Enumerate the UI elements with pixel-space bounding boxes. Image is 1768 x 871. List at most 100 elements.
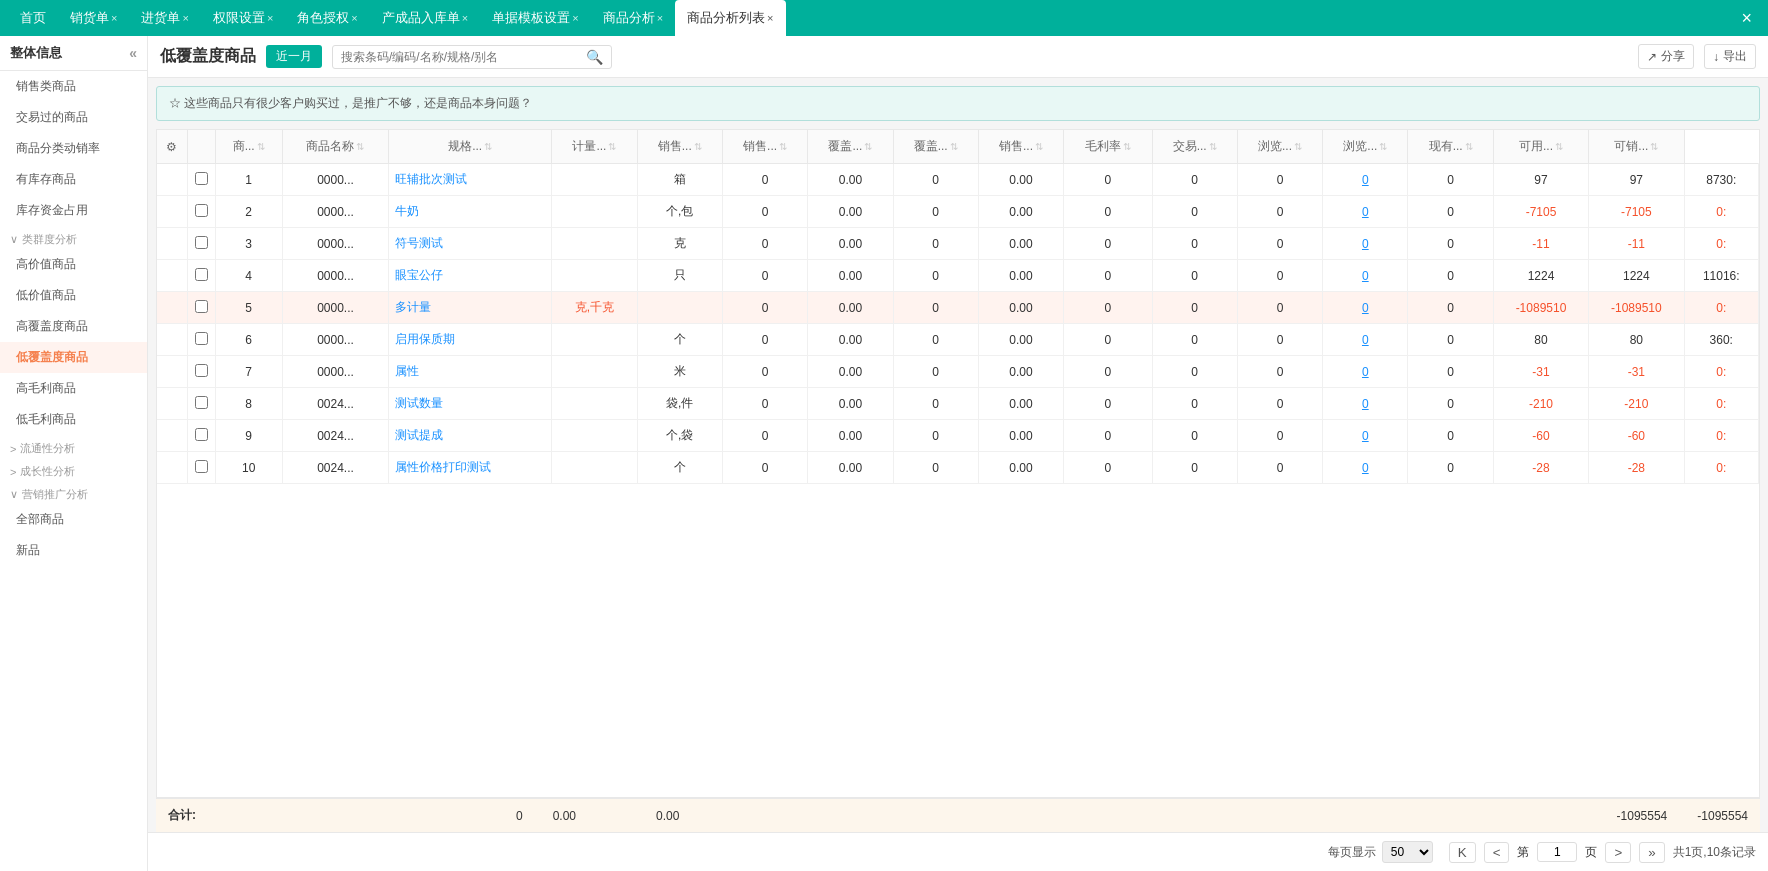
- close-sales-order[interactable]: ×: [111, 12, 117, 24]
- col-view2[interactable]: 浏览...⇅: [1323, 130, 1408, 164]
- search-input[interactable]: [341, 50, 586, 64]
- cell-checkbox[interactable]: [187, 388, 215, 420]
- cell-checkbox[interactable]: [187, 324, 215, 356]
- cell-name[interactable]: 眼宝公仔: [389, 260, 552, 292]
- total-sales-qty: 0: [516, 809, 523, 823]
- col-spec[interactable]: 规格...⇅: [389, 130, 552, 164]
- next-page-btn[interactable]: >: [1605, 842, 1631, 863]
- cell-view1[interactable]: 0: [1323, 324, 1408, 356]
- sidebar-item-low-value[interactable]: 低价值商品: [0, 280, 147, 311]
- nav-goods-analysis-list[interactable]: 商品分析列表 ×: [675, 0, 785, 36]
- col-cover2[interactable]: 覆盖...⇅: [893, 130, 978, 164]
- cell-spec: [552, 260, 637, 292]
- window-close-btn[interactable]: ×: [1733, 8, 1760, 29]
- cell-name[interactable]: 牛奶: [389, 196, 552, 228]
- cell-checkbox[interactable]: [187, 420, 215, 452]
- export-btn[interactable]: ↓ 导出: [1704, 44, 1756, 69]
- sidebar-section-category[interactable]: ∨ 类群度分析: [0, 226, 147, 249]
- sidebar-item-stock-goods[interactable]: 有库存商品: [0, 164, 147, 195]
- nav-permission[interactable]: 权限设置 ×: [201, 0, 285, 36]
- cell-sellable: 8730:: [1684, 164, 1758, 196]
- nav-role-auth[interactable]: 角色授权 ×: [285, 0, 369, 36]
- nav-sales-order[interactable]: 销货单 ×: [58, 0, 129, 36]
- search-icon[interactable]: 🔍: [586, 49, 603, 65]
- close-permission[interactable]: ×: [267, 12, 273, 24]
- sidebar-section-flow[interactable]: > 流通性分析: [0, 435, 147, 458]
- nav-goods-analysis[interactable]: 商品分析 ×: [591, 0, 675, 36]
- cell-view1[interactable]: 0: [1323, 356, 1408, 388]
- cell-view1[interactable]: 0: [1323, 452, 1408, 484]
- cell-name[interactable]: 旺辅批次测试: [389, 164, 552, 196]
- cell-checkbox[interactable]: [187, 164, 215, 196]
- sidebar-item-high-value[interactable]: 高价值商品: [0, 249, 147, 280]
- cell-view1[interactable]: 0: [1323, 228, 1408, 260]
- nav-purchase-order[interactable]: 进货单 ×: [129, 0, 200, 36]
- sidebar-item-traded-goods[interactable]: 交易过的商品: [0, 102, 147, 133]
- per-page-select[interactable]: 50 100 200: [1382, 841, 1433, 863]
- sidebar-collapse-btn[interactable]: «: [129, 45, 137, 61]
- cell-num: 3: [215, 228, 282, 260]
- cell-name[interactable]: 符号测试: [389, 228, 552, 260]
- sidebar-item-category-rate[interactable]: 商品分类动销率: [0, 133, 147, 164]
- cell-sales-pct: 0: [1064, 292, 1152, 324]
- sidebar-item-all-goods[interactable]: 全部商品: [0, 504, 147, 535]
- sidebar-item-high-coverage[interactable]: 高覆盖度商品: [0, 311, 147, 342]
- col-settings[interactable]: ⚙: [157, 130, 187, 164]
- cell-checkbox[interactable]: [187, 228, 215, 260]
- col-trade[interactable]: 交易...⇅: [1152, 130, 1237, 164]
- cell-name[interactable]: 测试数量: [389, 388, 552, 420]
- date-filter-btn[interactable]: 近一月: [266, 45, 322, 68]
- nav-home[interactable]: 首页: [8, 0, 58, 36]
- sidebar-item-high-margin[interactable]: 高毛利商品: [0, 373, 147, 404]
- cell-name[interactable]: 启用保质期: [389, 324, 552, 356]
- first-page-btn[interactable]: K: [1449, 842, 1476, 863]
- cell-name[interactable]: 属性价格打印测试: [389, 452, 552, 484]
- sidebar-item-low-coverage[interactable]: 低覆盖度商品: [0, 342, 147, 373]
- cell-available-stock: 97: [1589, 164, 1684, 196]
- sidebar-item-low-margin[interactable]: 低毛利商品: [0, 404, 147, 435]
- sidebar-section-marketing[interactable]: ∨ 营销推广分析: [0, 481, 147, 504]
- col-view1[interactable]: 浏览...⇅: [1237, 130, 1322, 164]
- col-cover1[interactable]: 覆盖...⇅: [808, 130, 893, 164]
- close-purchase-order[interactable]: ×: [182, 12, 188, 24]
- page-number-input[interactable]: [1537, 842, 1577, 862]
- col-sales-pct[interactable]: 销售...⇅: [978, 130, 1063, 164]
- sidebar-item-sales-goods[interactable]: 销售类商品: [0, 71, 147, 102]
- col-available-stock[interactable]: 可用...⇅: [1493, 130, 1588, 164]
- cell-view1[interactable]: 0: [1323, 388, 1408, 420]
- col-sales-qty[interactable]: 销售...⇅: [637, 130, 722, 164]
- col-gross-rate[interactable]: 毛利率⇅: [1064, 130, 1152, 164]
- last-page-btn[interactable]: »: [1639, 842, 1664, 863]
- cell-checkbox[interactable]: [187, 356, 215, 388]
- sidebar-item-stock-fund[interactable]: 库存资金占用: [0, 195, 147, 226]
- nav-product-in[interactable]: 产成品入库单 ×: [370, 0, 480, 36]
- cell-name[interactable]: 属性: [389, 356, 552, 388]
- col-code[interactable]: 商...⇅: [215, 130, 282, 164]
- cell-view1[interactable]: 0: [1323, 420, 1408, 452]
- cell-view1[interactable]: 0: [1323, 164, 1408, 196]
- cell-checkbox[interactable]: [187, 292, 215, 324]
- cell-name[interactable]: 测试提成: [389, 420, 552, 452]
- col-sales-amt[interactable]: 销售...⇅: [722, 130, 807, 164]
- cell-view1[interactable]: 0: [1323, 260, 1408, 292]
- close-role-auth[interactable]: ×: [351, 12, 357, 24]
- cell-checkbox[interactable]: [187, 452, 215, 484]
- col-unit[interactable]: 计量...⇅: [552, 130, 637, 164]
- share-btn[interactable]: ↗ 分享: [1638, 44, 1694, 69]
- close-template[interactable]: ×: [572, 12, 578, 24]
- col-sellable[interactable]: 可销...⇅: [1589, 130, 1684, 164]
- cell-checkbox[interactable]: [187, 196, 215, 228]
- cell-view1[interactable]: 0: [1323, 292, 1408, 324]
- close-goods-analysis-list[interactable]: ×: [767, 12, 773, 24]
- cell-checkbox[interactable]: [187, 260, 215, 292]
- nav-template-settings[interactable]: 单据模板设置 ×: [480, 0, 590, 36]
- close-product-in[interactable]: ×: [462, 12, 468, 24]
- cell-view1[interactable]: 0: [1323, 196, 1408, 228]
- prev-page-btn[interactable]: <: [1484, 842, 1510, 863]
- sidebar-item-new-goods[interactable]: 新品: [0, 535, 147, 566]
- col-name[interactable]: 商品名称⇅: [282, 130, 388, 164]
- col-current-stock[interactable]: 现有...⇅: [1408, 130, 1493, 164]
- sidebar-section-growth[interactable]: > 成长性分析: [0, 458, 147, 481]
- close-goods-analysis[interactable]: ×: [657, 12, 663, 24]
- cell-name[interactable]: 多计量: [389, 292, 552, 324]
